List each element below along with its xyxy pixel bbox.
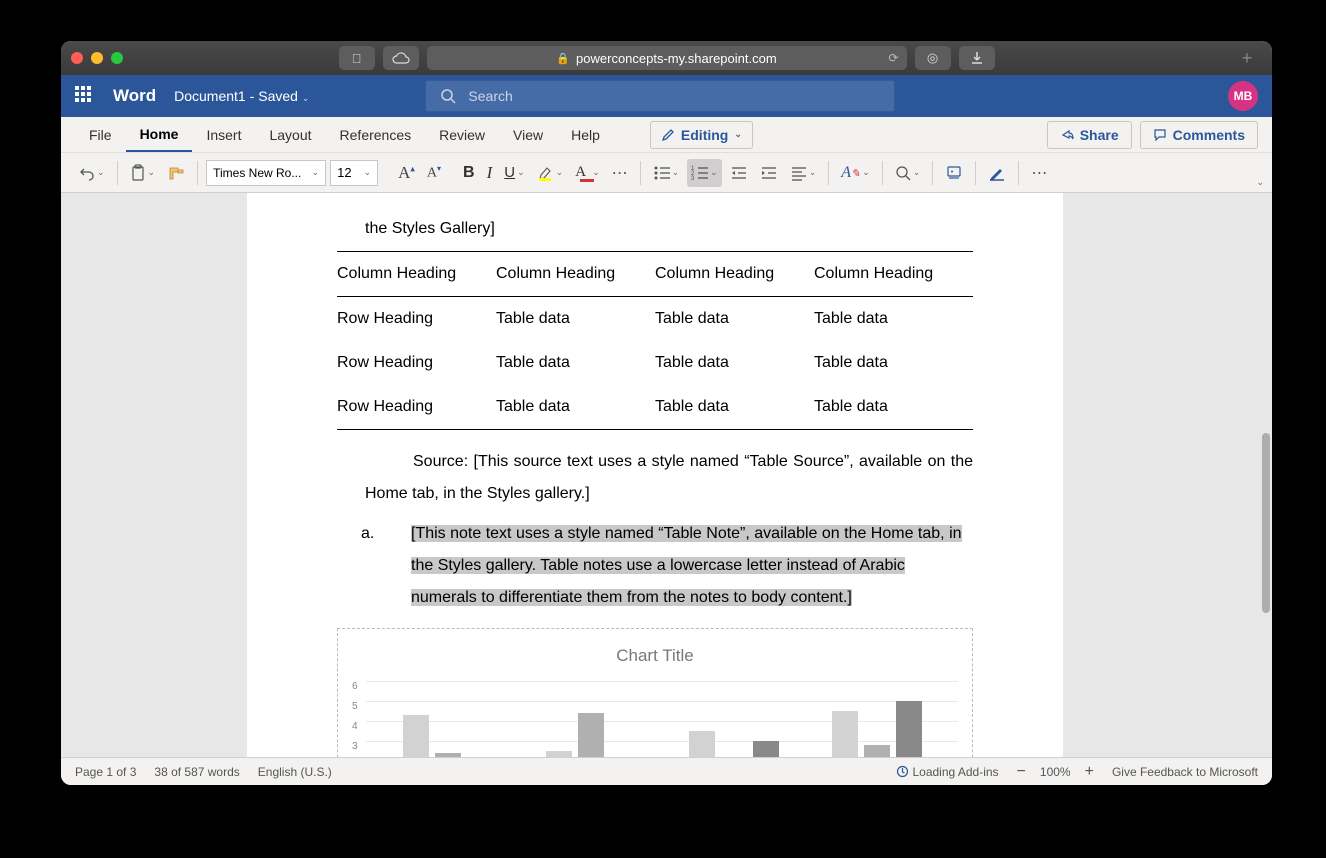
word-count[interactable]: 38 of 587 words	[154, 765, 239, 779]
note-text: [This note text uses a style named “Tabl…	[411, 518, 973, 614]
chart-title: Chart Title	[352, 639, 958, 673]
word-header: Word Document1 - Saved ⌄ Search MB	[61, 75, 1272, 117]
document-name[interactable]: Document1	[174, 88, 246, 104]
dictate-button[interactable]	[941, 159, 967, 187]
note-label: a.	[337, 518, 411, 614]
tab-insert[interactable]: Insert	[192, 117, 255, 152]
document-page[interactable]: the Styles Gallery] Column Heading Colum…	[247, 193, 1063, 757]
grow-font-button[interactable]: A▴	[394, 159, 419, 187]
collapse-ribbon-button[interactable]: ⌄	[1256, 177, 1264, 188]
more-font-button[interactable]: ⋯	[608, 159, 632, 187]
user-avatar[interactable]: MB	[1228, 81, 1258, 111]
tab-help[interactable]: Help	[557, 117, 614, 152]
home-toolbar: ⌄ ⌄ Times New Ro...⌄ 12⌄ A▴ A▾ B I U⌄ ⌄ …	[61, 153, 1272, 193]
comment-icon	[1153, 128, 1167, 142]
zoom-out-button[interactable]: −	[1017, 763, 1026, 781]
window-controls	[71, 52, 123, 64]
font-family-select[interactable]: Times New Ro...⌄	[206, 160, 326, 186]
document-workspace[interactable]: the Styles Gallery] Column Heading Colum…	[61, 193, 1272, 757]
table-header: Column Heading	[814, 252, 973, 297]
downloads-button[interactable]	[959, 46, 995, 70]
save-status[interactable]: - Saved ⌄	[250, 88, 310, 104]
pencil-icon	[661, 128, 675, 142]
share-icon	[1060, 128, 1074, 142]
data-table: Column Heading Column Heading Column Hea…	[337, 251, 973, 430]
increase-indent-button[interactable]	[756, 159, 782, 187]
format-painter-button[interactable]	[163, 159, 189, 187]
table-row: Row HeadingTable dataTable dataTable dat…	[337, 385, 973, 430]
new-tab-button[interactable]: +	[1232, 46, 1262, 70]
italic-button[interactable]: I	[483, 159, 497, 187]
tab-references[interactable]: References	[326, 117, 426, 152]
feedback-link[interactable]: Give Feedback to Microsoft	[1112, 765, 1258, 779]
table-row: Row HeadingTable dataTable dataTable dat…	[337, 297, 973, 342]
table-row: Row HeadingTable dataTable dataTable dat…	[337, 341, 973, 385]
body-text: the Styles Gallery]	[365, 193, 973, 245]
zoom-in-button[interactable]: +	[1085, 763, 1094, 781]
shrink-font-button[interactable]: A▾	[423, 159, 445, 187]
editor-button[interactable]	[984, 159, 1010, 187]
zoom-controls: − 100% +	[1017, 763, 1094, 781]
zoom-level[interactable]: 100%	[1040, 765, 1071, 779]
paste-button[interactable]: ⌄	[126, 159, 160, 187]
app-name[interactable]: Word	[113, 86, 156, 106]
tab-layout[interactable]: Layout	[255, 117, 325, 152]
align-button[interactable]: ⌄	[786, 159, 821, 187]
svg-text:3: 3	[691, 176, 695, 181]
language-indicator[interactable]: English (U.S.)	[258, 765, 332, 779]
search-input[interactable]: Search	[425, 80, 895, 112]
tab-home[interactable]: Home	[126, 117, 193, 152]
tab-view[interactable]: View	[499, 117, 557, 152]
table-source-text: Source: [This source text uses a style n…	[337, 446, 973, 510]
scrollbar-thumb[interactable]	[1262, 433, 1270, 613]
numbering-button[interactable]: 123⌄	[687, 159, 722, 187]
chart-object[interactable]: Chart Title 23456	[337, 628, 973, 757]
table-header: Column Heading	[337, 252, 496, 297]
underline-button[interactable]: U⌄	[500, 159, 528, 187]
table-header: Column Heading	[655, 252, 814, 297]
bullets-button[interactable]: ⌄	[649, 159, 684, 187]
undo-button[interactable]: ⌄	[75, 159, 109, 187]
close-window-button[interactable]	[71, 52, 83, 64]
decrease-indent-button[interactable]	[726, 159, 752, 187]
minimize-window-button[interactable]	[91, 52, 103, 64]
reader-button[interactable]: ◎	[915, 46, 951, 70]
bold-button[interactable]: B	[459, 159, 479, 187]
ribbon-tabs: File Home Insert Layout References Revie…	[61, 117, 1272, 153]
app-launcher-button[interactable]	[75, 86, 95, 106]
search-icon	[440, 88, 456, 104]
maximize-window-button[interactable]	[111, 52, 123, 64]
table-note: a. [This note text uses a style named “T…	[337, 518, 973, 614]
chart-plot-area: 23456	[366, 681, 958, 757]
url-bar[interactable]: 🔒 powerconcepts-my.sharepoint.com ⟳	[427, 46, 907, 70]
share-button[interactable]: Share	[1047, 121, 1132, 149]
more-toolbar-button[interactable]: ⋯	[1027, 159, 1051, 187]
font-color-button[interactable]: A⌄	[571, 159, 603, 187]
table-header: Column Heading	[496, 252, 655, 297]
status-bar: Page 1 of 3 38 of 587 words English (U.S…	[61, 757, 1272, 785]
tab-file[interactable]: File	[75, 117, 126, 152]
page-indicator[interactable]: Page 1 of 3	[75, 765, 136, 779]
lock-icon: 🔒	[556, 52, 570, 65]
privacy-report-button[interactable]: 􀎠	[339, 46, 375, 70]
find-button[interactable]: ⌄	[891, 159, 925, 187]
font-size-select[interactable]: 12⌄	[330, 160, 378, 186]
tab-review[interactable]: Review	[425, 117, 499, 152]
url-text: powerconcepts-my.sharepoint.com	[576, 51, 777, 66]
browser-titlebar: 􀎠 🔒 powerconcepts-my.sharepoint.com ⟳ ◎ …	[61, 41, 1272, 75]
highlight-button[interactable]: ⌄	[533, 159, 568, 187]
refresh-icon[interactable]: ⟳	[888, 51, 898, 65]
editing-mode-button[interactable]: Editing ⌄	[650, 121, 753, 149]
styles-button[interactable]: A✎⌄	[837, 159, 874, 187]
addins-status[interactable]: Loading Add-ins	[896, 765, 998, 779]
app-window: 􀎠 🔒 powerconcepts-my.sharepoint.com ⟳ ◎ …	[61, 41, 1272, 785]
comments-button[interactable]: Comments	[1140, 121, 1258, 149]
icloud-button[interactable]	[383, 46, 419, 70]
